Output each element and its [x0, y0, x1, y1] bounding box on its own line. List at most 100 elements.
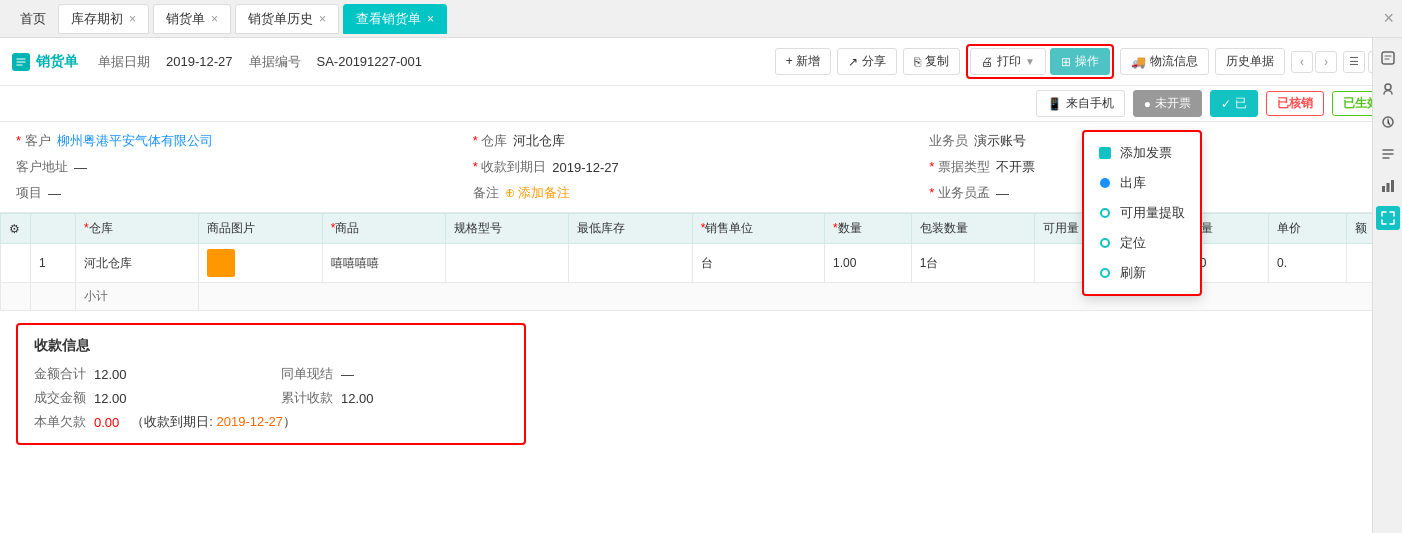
copy-button[interactable]: ⎘ 复制 — [903, 48, 960, 75]
nav-prev[interactable]: ‹ — [1291, 51, 1313, 73]
outstanding-value: 0.00 — [94, 415, 119, 430]
warehouse-value: 河北仓库 — [513, 132, 565, 150]
number-value: SA-20191227-001 — [317, 54, 423, 69]
sidebar-icon-4[interactable] — [1376, 142, 1400, 166]
window-close-icon[interactable]: × — [1383, 8, 1394, 29]
row-spec — [446, 244, 569, 283]
dropdown-refresh[interactable]: 刷新 — [1084, 258, 1200, 288]
date-value: 2019-12-27 — [166, 54, 233, 69]
verify-button[interactable]: ✓ 已 — [1210, 90, 1258, 117]
due-date-label: 收款到期日 — [473, 158, 547, 176]
salesperson-label: 业务员孟 — [929, 184, 990, 202]
logistics-button[interactable]: 🚚 物流信息 — [1120, 48, 1209, 75]
from-phone-button[interactable]: 📱 来自手机 — [1036, 90, 1125, 117]
tab-close-view-sales[interactable]: × — [427, 12, 434, 26]
right-sidebar — [1372, 38, 1402, 533]
doc-type-label: 销货单 — [36, 53, 78, 71]
project-value: — — [48, 186, 61, 201]
row-product-img — [199, 244, 322, 283]
receipt-grid: 金额合计 12.00 同单现结 — 成交金额 12.00 累计收款 12.00 — [34, 365, 508, 431]
cumulative-value: 12.00 — [341, 391, 374, 406]
doc-type-icon — [12, 53, 30, 71]
not-opened-icon: ● — [1144, 97, 1151, 111]
sidebar-icon-1[interactable] — [1376, 46, 1400, 70]
table-header-warehouse: *仓库 — [75, 214, 198, 244]
svg-rect-5 — [1391, 180, 1394, 192]
tab-close-sales-history[interactable]: × — [319, 12, 326, 26]
add-note-button[interactable]: ⊕ 添加备注 — [505, 184, 571, 202]
highlighted-actions-group: 🖨 打印 ▼ ⊞ 操作 — [966, 44, 1114, 79]
share-button[interactable]: ↗ 分享 — [837, 48, 897, 75]
due-date-field: 收款到期日 2019-12-27 — [473, 158, 930, 176]
tab-close-sales[interactable]: × — [211, 12, 218, 26]
receipt-title: 收款信息 — [34, 337, 508, 355]
due-date-value: 2019-12-27 — [552, 160, 619, 175]
subtotal-values — [199, 283, 1402, 311]
available-qty-icon — [1098, 206, 1112, 220]
address-value: — — [74, 160, 87, 175]
outstanding-row: 本单欠款 0.00 （收款到期日: 2019-12-27） — [34, 413, 508, 431]
due-date-note: （收款到期日: 2019-12-27） — [131, 413, 296, 431]
doc-actions: + 新增 ↗ 分享 ⎘ 复制 🖨 打印 ▼ ⊞ — [775, 44, 1390, 79]
tab-sales[interactable]: 销货单 × — [153, 4, 231, 34]
operate-dropdown-menu: 添加发票 出库 可用量提取 定位 刷新 — [1082, 130, 1202, 296]
svg-rect-3 — [1382, 186, 1385, 192]
copy-icon: ⎘ — [914, 55, 921, 69]
sidebar-icon-5[interactable] — [1376, 174, 1400, 198]
operate-button[interactable]: ⊞ 操作 — [1050, 48, 1110, 75]
deal-amount-label: 成交金额 — [34, 389, 86, 407]
row-quantity: 1.00 — [824, 244, 911, 283]
dropdown-available-qty[interactable]: 可用量提取 — [1084, 198, 1200, 228]
row-gear[interactable] — [1, 244, 31, 283]
subtotal-idx — [31, 283, 76, 311]
print-button[interactable]: 🖨 打印 ▼ — [970, 48, 1046, 75]
dropdown-add-invoice[interactable]: 添加发票 — [1084, 138, 1200, 168]
same-order-value: — — [341, 367, 354, 382]
address-field: 客户地址 — — [16, 158, 473, 176]
doc-header: 销货单 单据日期 2019-12-27 单据编号 SA-20191227-001… — [0, 38, 1402, 86]
main-content: 销货单 单据日期 2019-12-27 单据编号 SA-20191227-001… — [0, 38, 1402, 533]
tab-close-inventory[interactable]: × — [129, 12, 136, 26]
salesperson-value: — — [996, 186, 1009, 201]
table-header-gear[interactable]: ⚙ — [1, 214, 31, 244]
table-header-unit: *销售单位 — [692, 214, 824, 244]
warehouse-label: 仓库 — [473, 132, 508, 150]
new-button[interactable]: + 新增 — [775, 48, 831, 75]
svg-rect-4 — [1386, 183, 1389, 192]
tab-inventory[interactable]: 库存期初 × — [58, 4, 149, 34]
add-invoice-icon — [1098, 146, 1112, 160]
customer-label: 客户 — [16, 132, 51, 150]
ticket-type-label: 票据类型 — [929, 158, 990, 176]
sidebar-icon-expand[interactable] — [1376, 206, 1400, 230]
logistics-icon: 🚚 — [1131, 55, 1146, 69]
phone-icon: 📱 — [1047, 97, 1062, 111]
sidebar-icon-2[interactable] — [1376, 78, 1400, 102]
table-header-product-img: 商品图片 — [199, 214, 322, 244]
dropdown-locate[interactable]: 定位 — [1084, 228, 1200, 258]
subtotal-label: 小计 — [75, 283, 198, 311]
print-icon: 🖨 — [981, 55, 993, 69]
total-amount-value: 12.00 — [94, 367, 127, 382]
tab-sales-history[interactable]: 销货单历史 × — [235, 4, 339, 34]
sidebar-icon-3[interactable] — [1376, 110, 1400, 134]
row-product[interactable]: 嘻嘻嘻嘻 — [322, 244, 445, 283]
number-label: 单据编号 — [249, 53, 301, 71]
deal-amount-value: 12.00 — [94, 391, 127, 406]
toolbar-row: 📱 来自手机 ● 未开票 ✓ 已 已核销 已生效 — [0, 86, 1402, 122]
not-opened-button[interactable]: ● 未开票 — [1133, 90, 1202, 117]
nav-next[interactable]: › — [1315, 51, 1337, 73]
tab-home[interactable]: 首页 — [8, 4, 58, 34]
history-button[interactable]: 历史单据 — [1215, 48, 1285, 75]
total-amount-label: 金额合计 — [34, 365, 86, 383]
layout-list-icon[interactable]: ☰ — [1343, 51, 1365, 73]
note-field: 备注 ⊕ 添加备注 — [473, 184, 930, 202]
row-pack-qty: 1台 — [911, 244, 1034, 283]
customer-value[interactable]: 柳州粤港平安气体有限公司 — [57, 132, 213, 150]
table-header-min-stock: 最低库存 — [569, 214, 692, 244]
date-label: 单据日期 — [98, 53, 150, 71]
tab-view-sales[interactable]: 查看销货单 × — [343, 4, 447, 34]
table-header-quantity: *数量 — [824, 214, 911, 244]
dropdown-outbound[interactable]: 出库 — [1084, 168, 1200, 198]
doc-meta: 单据日期 2019-12-27 单据编号 SA-20191227-001 — [98, 53, 422, 71]
bottom-section: 收款信息 金额合计 12.00 同单现结 — 成交金额 12.00 — [0, 311, 1402, 457]
